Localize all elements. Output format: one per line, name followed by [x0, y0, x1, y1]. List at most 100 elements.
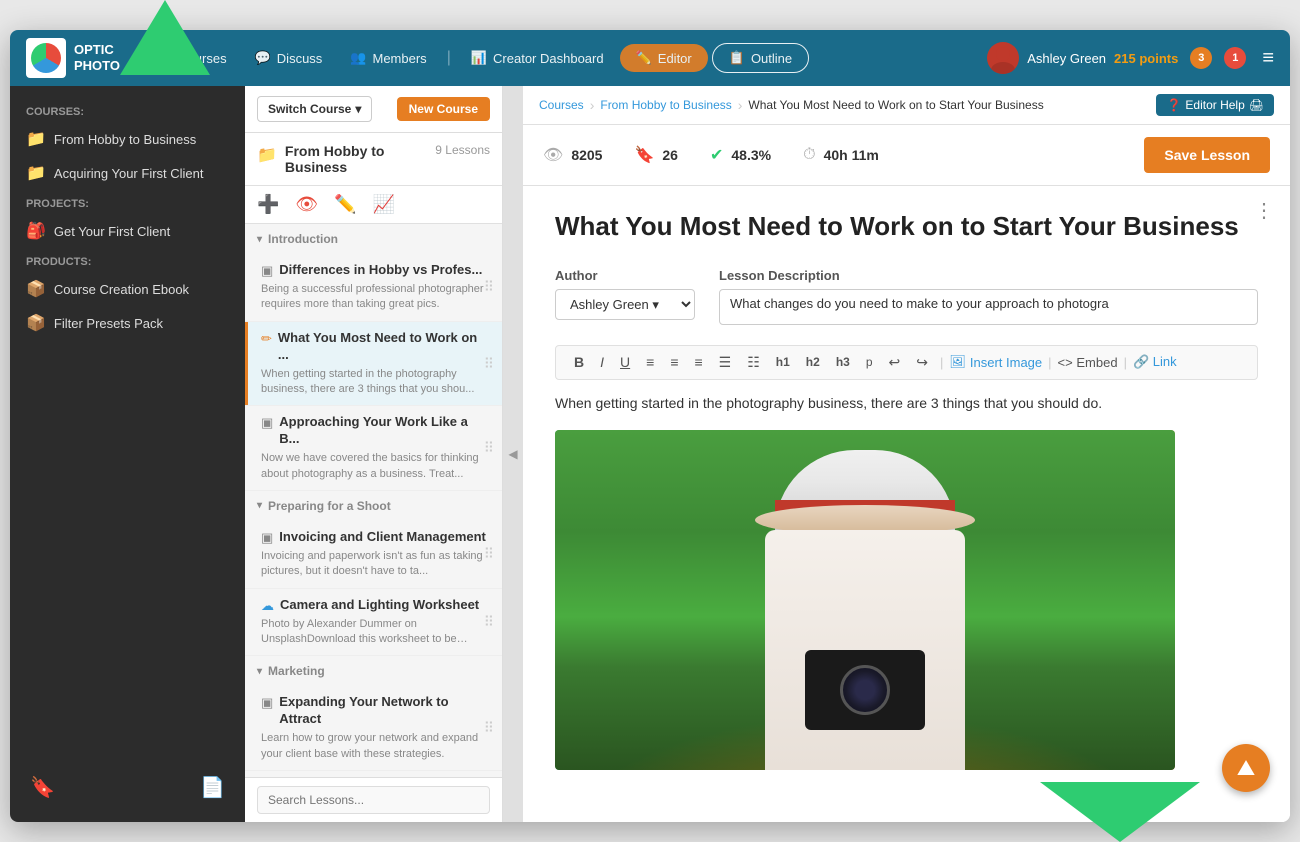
add-lesson-button[interactable]: ➕ [257, 194, 279, 215]
nav-outline[interactable]: 📋 Outline [712, 43, 809, 73]
course-title: From Hobby to Business [285, 143, 427, 175]
folder-icon-1: 📁 [26, 129, 46, 149]
view-toggle-button[interactable]: 👁 [295, 194, 318, 215]
nav-discuss[interactable]: 💬 Discuss [243, 44, 335, 72]
author-label: Author [555, 268, 695, 283]
lesson-item-6[interactable]: ▣ Social Media Marketing Strategies ⠿ [245, 771, 502, 777]
breadcrumb-sep-2: › [738, 97, 743, 113]
h3-button[interactable]: h3 [830, 353, 856, 371]
h2-button[interactable]: h2 [800, 353, 826, 371]
sidebar-project-1[interactable]: 🎒 Get Your First Client [10, 214, 245, 248]
lesson-item-4[interactable]: ☁ Camera and Lighting Worksheet Photo by… [245, 589, 502, 657]
mountain-icon: ⛰ [1237, 755, 1255, 781]
list-ol-button[interactable]: ☷ [741, 352, 766, 373]
desc-input[interactable]: What changes do you need to make to your… [719, 289, 1258, 325]
align-right-button[interactable]: ≡ [688, 352, 708, 372]
sidebar-product-2-label: Filter Presets Pack [54, 316, 163, 331]
lesson-item-2[interactable]: ▣ Approaching Your Work Like a B... Now … [245, 406, 502, 491]
logo: OPTIC PHOTO [26, 38, 120, 78]
editor-icon: ✏️ [636, 50, 652, 66]
breadcrumb-courses[interactable]: Courses [539, 98, 584, 112]
editor-help-button[interactable]: ❓ Editor Help 🖨 [1156, 94, 1274, 116]
print-icon: 🖨 [1249, 98, 1264, 112]
sidebar-product-1[interactable]: 📦 Course Creation Ebook [10, 272, 245, 306]
analytics-button[interactable]: 📈 [373, 194, 395, 215]
search-lessons-input[interactable] [257, 786, 490, 814]
section-preparing: ▾ Preparing for a Shoot [245, 491, 502, 521]
courses-section-label: Courses: [10, 98, 245, 122]
lesson-title-3: Invoicing and Client Management [279, 529, 486, 546]
hamburger-menu[interactable]: ≡ [1262, 47, 1274, 70]
switch-course-button[interactable]: Switch Course ▾ [257, 96, 372, 122]
sidebar-course-2[interactable]: 📁 Acquiring Your First Client [10, 156, 245, 190]
more-options-button[interactable]: ⋮ [1254, 198, 1274, 223]
align-left-button[interactable]: ≡ [640, 352, 660, 372]
logo-icon [26, 38, 66, 78]
stat-completion: ✔ 48.3% [710, 145, 771, 165]
course-actions: ➕ 👁 ✏️ 📈 [245, 186, 502, 224]
collapse-handle[interactable]: ◀ [503, 86, 523, 822]
logo-circle [31, 43, 61, 73]
insert-image-button[interactable]: 🖼 Insert Image [949, 354, 1042, 370]
nav-editor[interactable]: ✏️ Editor [620, 44, 708, 72]
drag-handle-3: ⠿ [484, 546, 494, 563]
course-folder-icon: 📁 [257, 145, 277, 165]
notif-badge-red[interactable]: 1 [1224, 47, 1246, 69]
underline-button[interactable]: U [614, 352, 636, 372]
section-marketing: ▾ Marketing [245, 656, 502, 686]
sidebar-product-2[interactable]: 📦 Filter Presets Pack [10, 306, 245, 340]
search-lessons-container [245, 777, 502, 822]
user-info: Ashley Green 215 points [987, 42, 1178, 74]
toolbar-separator-1: | [940, 355, 943, 370]
fab-button[interactable]: ⛰ [1222, 744, 1270, 792]
product-icon-1: 📦 [26, 279, 46, 299]
italic-button[interactable]: I [594, 352, 610, 372]
bookmarks-value: 26 [662, 147, 678, 163]
link-button[interactable]: 🔗 Link [1133, 354, 1177, 370]
new-course-button[interactable]: New Course [397, 97, 490, 121]
link-icon: 🔗 [1133, 354, 1149, 369]
p-button[interactable]: p [860, 353, 879, 371]
lesson-title-2: Approaching Your Work Like a B... [279, 414, 490, 448]
redo-button[interactable]: ↪ [910, 352, 934, 373]
stat-bookmarks: 🔖 26 [634, 145, 678, 165]
camera [805, 650, 925, 730]
editor-area: Courses › From Hobby to Business › What … [523, 86, 1290, 822]
undo-button[interactable]: ↩ [883, 352, 907, 373]
sidebar-project-1-label: Get Your First Client [54, 224, 170, 239]
image-icon: 🖼 [949, 354, 966, 370]
lesson-photo [555, 430, 1175, 770]
breadcrumb-course[interactable]: From Hobby to Business [600, 98, 731, 112]
list-ul-button[interactable]: ☰ [713, 352, 738, 373]
sidebar-bookmark-icon[interactable]: 🔖 [30, 775, 55, 800]
lesson-type-icon-video-2: ▣ [261, 415, 273, 431]
completion-value: 48.3% [731, 147, 771, 163]
embed-icon: <> [1058, 355, 1073, 370]
nav-creator-dashboard[interactable]: 📊 Creator Dashboard [459, 44, 616, 72]
save-lesson-button[interactable]: Save Lesson [1144, 137, 1270, 173]
notif-badge-orange[interactable]: 3 [1190, 47, 1212, 69]
photo-person [725, 450, 1005, 770]
sidebar-course-1[interactable]: 📁 From Hobby to Business [10, 122, 245, 156]
embed-button[interactable]: <> Embed [1058, 355, 1118, 370]
sidebar-notes-icon[interactable]: 📄 [200, 775, 225, 800]
projects-section-label: Projects: [10, 190, 245, 214]
person-body [765, 530, 965, 770]
lesson-desc-5: Learn how to grow your network and expan… [261, 731, 490, 762]
lesson-item-0[interactable]: ▣ Differences in Hobby vs Profes... Bein… [245, 254, 502, 322]
lesson-item-1[interactable]: ✏ What You Most Need to Work on ... When… [245, 322, 502, 407]
breadcrumb-sep-1: › [590, 97, 595, 113]
section-chevron-preparing: ▾ [257, 500, 262, 511]
drag-handle-4: ⠿ [484, 614, 494, 631]
align-center-button[interactable]: ≡ [664, 352, 684, 372]
outline-icon: 📋 [729, 50, 745, 66]
nav-members[interactable]: 👥 Members [338, 44, 438, 72]
edit-button[interactable]: ✏️ [334, 194, 356, 215]
course-info: 📁 From Hobby to Business 9 Lessons [245, 133, 502, 186]
sidebar: Courses: 📁 From Hobby to Business 📁 Acqu… [10, 86, 245, 822]
bold-button[interactable]: B [568, 352, 590, 372]
lesson-item-3[interactable]: ▣ Invoicing and Client Management Invoic… [245, 521, 502, 589]
h1-button[interactable]: h1 [770, 353, 796, 371]
author-select[interactable]: Ashley Green ▾ [555, 289, 695, 320]
lesson-item-5[interactable]: ▣ Expanding Your Network to Attract Lear… [245, 686, 502, 771]
